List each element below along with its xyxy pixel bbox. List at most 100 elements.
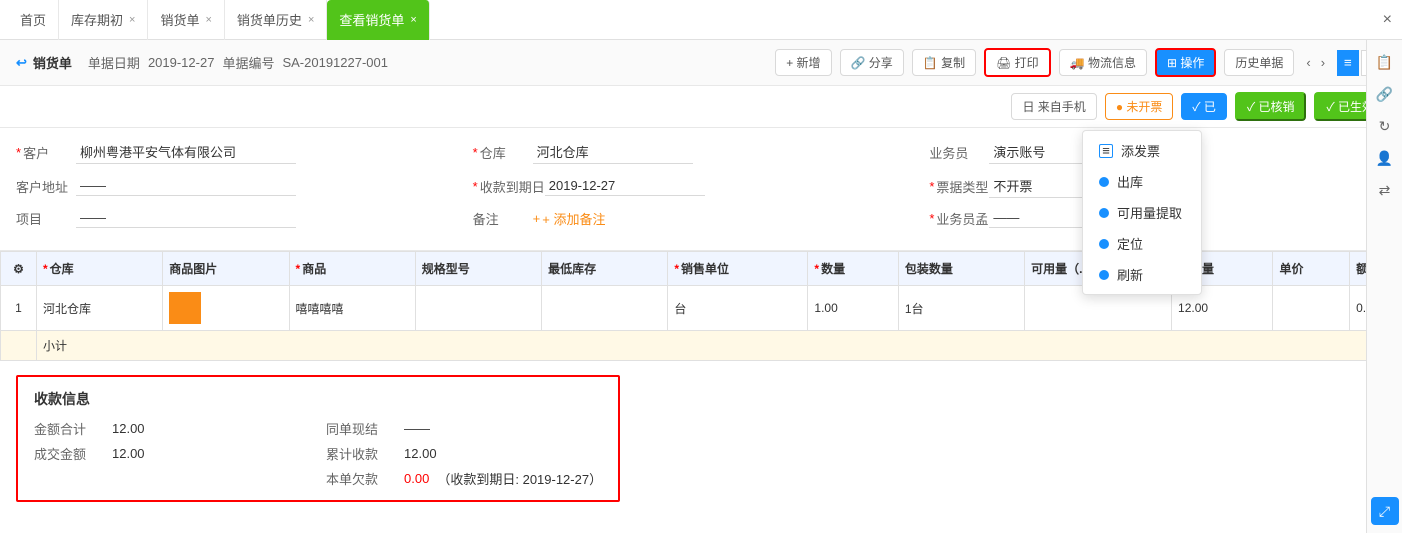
payment-date-value[interactable]: 2019-12-27: [545, 176, 705, 196]
tab-inventory-init[interactable]: 库存期初 ×: [59, 0, 148, 40]
payment-total-row: 金额合计 12.00: [34, 419, 310, 438]
tab-view-sales-order[interactable]: 查看销货单 ×: [327, 0, 429, 40]
operations-button[interactable]: ⊞ 操作: [1155, 48, 1216, 77]
new-button[interactable]: + 新增: [775, 49, 831, 76]
date-label: 单据日期: [88, 53, 140, 72]
payment-transaction-row: 成交金额 12.00: [34, 444, 310, 463]
sidebar-link-icon[interactable]: 🔗: [1371, 80, 1399, 108]
col-minstock: 最低库存: [542, 252, 668, 286]
invoice-type-label: * 票据类型: [929, 177, 989, 196]
logistics-button[interactable]: 🚚 物流信息: [1059, 49, 1147, 76]
col-quantity: *数量: [808, 252, 898, 286]
col-warehouse: *仓库: [37, 252, 163, 286]
dropdown-quantity-fetch[interactable]: 可用量提取: [1083, 197, 1201, 228]
sidebar-refresh-icon[interactable]: ↻: [1371, 112, 1399, 140]
number-value: SA-20191227-001: [282, 55, 388, 70]
row-warehouse[interactable]: 河北仓库: [37, 286, 163, 331]
share-button[interactable]: 🔗 分享: [840, 49, 904, 76]
tab-close-inventory[interactable]: ×: [129, 14, 135, 26]
toolbar-row: 日 来自手机 ● 未开票 ✓ 已 ✓ 已核销 ✓ 已生效: [0, 86, 1402, 128]
payment-grid: 金额合计 12.00 同单现结 —— 成交金额 12.00 累计收款 12.00: [34, 419, 602, 488]
tab-close-history[interactable]: ×: [308, 14, 314, 26]
content-area: ↩ 销货单 单据日期 2019-12-27 单据编号 SA-20191227-0…: [0, 40, 1402, 533]
sidebar-person-icon[interactable]: 👤: [1371, 144, 1399, 172]
note-label: 备注: [473, 209, 533, 228]
row-product[interactable]: 嘻嘻嘻嘻: [289, 286, 415, 331]
history-button[interactable]: 历史单据: [1224, 49, 1294, 76]
same-order-label: 同单现结: [326, 419, 396, 438]
prev-arrow[interactable]: ‹: [1302, 53, 1314, 72]
col-product: *商品: [289, 252, 415, 286]
row-index: 1: [1, 286, 37, 331]
payment-title: 收款信息: [34, 389, 602, 409]
subtotal-label: 小计: [37, 331, 1402, 361]
tab-close-view[interactable]: ×: [410, 14, 416, 26]
dropdown-refresh[interactable]: 刷新: [1083, 259, 1201, 290]
cumulative-value: 12.00: [404, 446, 437, 461]
doc-title-text: 销货单: [33, 53, 72, 72]
row-package[interactable]: 1台: [898, 286, 1024, 331]
address-field: 客户地址 ——: [16, 176, 473, 196]
nav-arrows: ‹ ›: [1302, 53, 1329, 72]
due-value: 0.00: [404, 471, 429, 486]
row-price[interactable]: [1273, 286, 1350, 331]
from-mobile-button[interactable]: 日 来自手机: [1011, 93, 1096, 120]
col-package: 包装数量: [898, 252, 1024, 286]
warehouse-value[interactable]: 河北仓库: [533, 140, 693, 164]
view-list-btn[interactable]: ≡: [1337, 50, 1359, 76]
add-note-button[interactable]: + + 添加备注: [533, 209, 606, 228]
next-arrow[interactable]: ›: [1317, 53, 1329, 72]
sidebar-copy-icon[interactable]: 📋: [1371, 48, 1399, 76]
col-unit: *销售单位: [668, 252, 808, 286]
operations-dropdown: ≡ 添发票 出库 可用量提取 定位 刷新: [1082, 130, 1202, 295]
tab-close-sales[interactable]: ×: [205, 14, 211, 26]
subtotal-row: 小计: [1, 331, 1402, 361]
payment-same-order-row: 同单现结 ——: [326, 419, 602, 438]
address-label: 客户地址: [16, 177, 76, 196]
payment-cumulative-row: 累计收款 12.00: [326, 444, 602, 463]
address-value: ——: [76, 176, 296, 196]
dropdown-outbound[interactable]: 出库: [1083, 166, 1201, 197]
warehouse-field: * 仓库 河北仓库: [473, 140, 930, 164]
customer-value[interactable]: 柳州粤港平安气体有限公司: [76, 140, 296, 164]
total-value: 12.00: [112, 421, 145, 436]
row-quantity[interactable]: 1.00: [808, 286, 898, 331]
close-all-tabs-icon[interactable]: ×: [1383, 11, 1392, 29]
right-sidebar: 📋 🔗 ↻ 👤 ⇄ ⤢: [1366, 40, 1402, 533]
sidebar-expand-icon[interactable]: ⤢: [1371, 497, 1399, 525]
payment-box: 收款信息 金额合计 12.00 同单现结 —— 成交金额 12.00 累计收款 …: [16, 375, 620, 502]
sold-button[interactable]: ✓ 已核销: [1235, 92, 1307, 121]
number-label: 单据编号: [222, 53, 274, 72]
tab-sales-order[interactable]: 销货单 ×: [148, 0, 224, 40]
col-spec: 规格型号: [415, 252, 541, 286]
document-title: ↩ 销货单: [16, 53, 72, 72]
quantity-fetch-icon: [1099, 208, 1109, 218]
col-image: 商品图片: [163, 252, 289, 286]
dropdown-add-invoice[interactable]: ≡ 添发票: [1083, 135, 1201, 166]
tab-sales-history[interactable]: 销货单历史 ×: [225, 0, 327, 40]
col-gear[interactable]: ⚙: [1, 252, 37, 286]
doc-icon: ↩: [16, 55, 27, 71]
dropdown-locate[interactable]: 定位: [1083, 228, 1201, 259]
copy-button[interactable]: 📋 复制: [912, 49, 976, 76]
sidebar-exchange-icon[interactable]: ⇄: [1371, 176, 1399, 204]
doc-meta: 单据日期 2019-12-27 单据编号 SA-20191227-001: [88, 53, 388, 72]
due-label: 本单欠款: [326, 469, 396, 488]
row-unit[interactable]: 台: [668, 286, 808, 331]
staff2-label: * 业务员孟: [929, 209, 989, 228]
staff-label: 业务员: [929, 143, 989, 162]
note-field: 备注 + + 添加备注: [473, 209, 930, 228]
transaction-label: 成交金额: [34, 444, 104, 463]
tab-home[interactable]: 首页: [8, 0, 59, 40]
customer-field: * 客户 柳州粤港平安气体有限公司: [16, 140, 473, 164]
customer-label: * 客户: [16, 143, 76, 162]
doc-header-left: ↩ 销货单 单据日期 2019-12-27 单据编号 SA-20191227-0…: [16, 53, 388, 72]
confirm-button[interactable]: ✓ 已: [1181, 93, 1227, 120]
print-button[interactable]: 🖨 打印: [984, 48, 1051, 77]
not-open-button[interactable]: ● 未开票: [1105, 93, 1174, 120]
payment-date-label: * 收款到期日: [473, 177, 545, 196]
row-spec[interactable]: [415, 286, 541, 331]
refresh-icon: [1099, 270, 1109, 280]
project-field: 项目 ——: [16, 208, 473, 228]
project-label: 项目: [16, 209, 76, 228]
